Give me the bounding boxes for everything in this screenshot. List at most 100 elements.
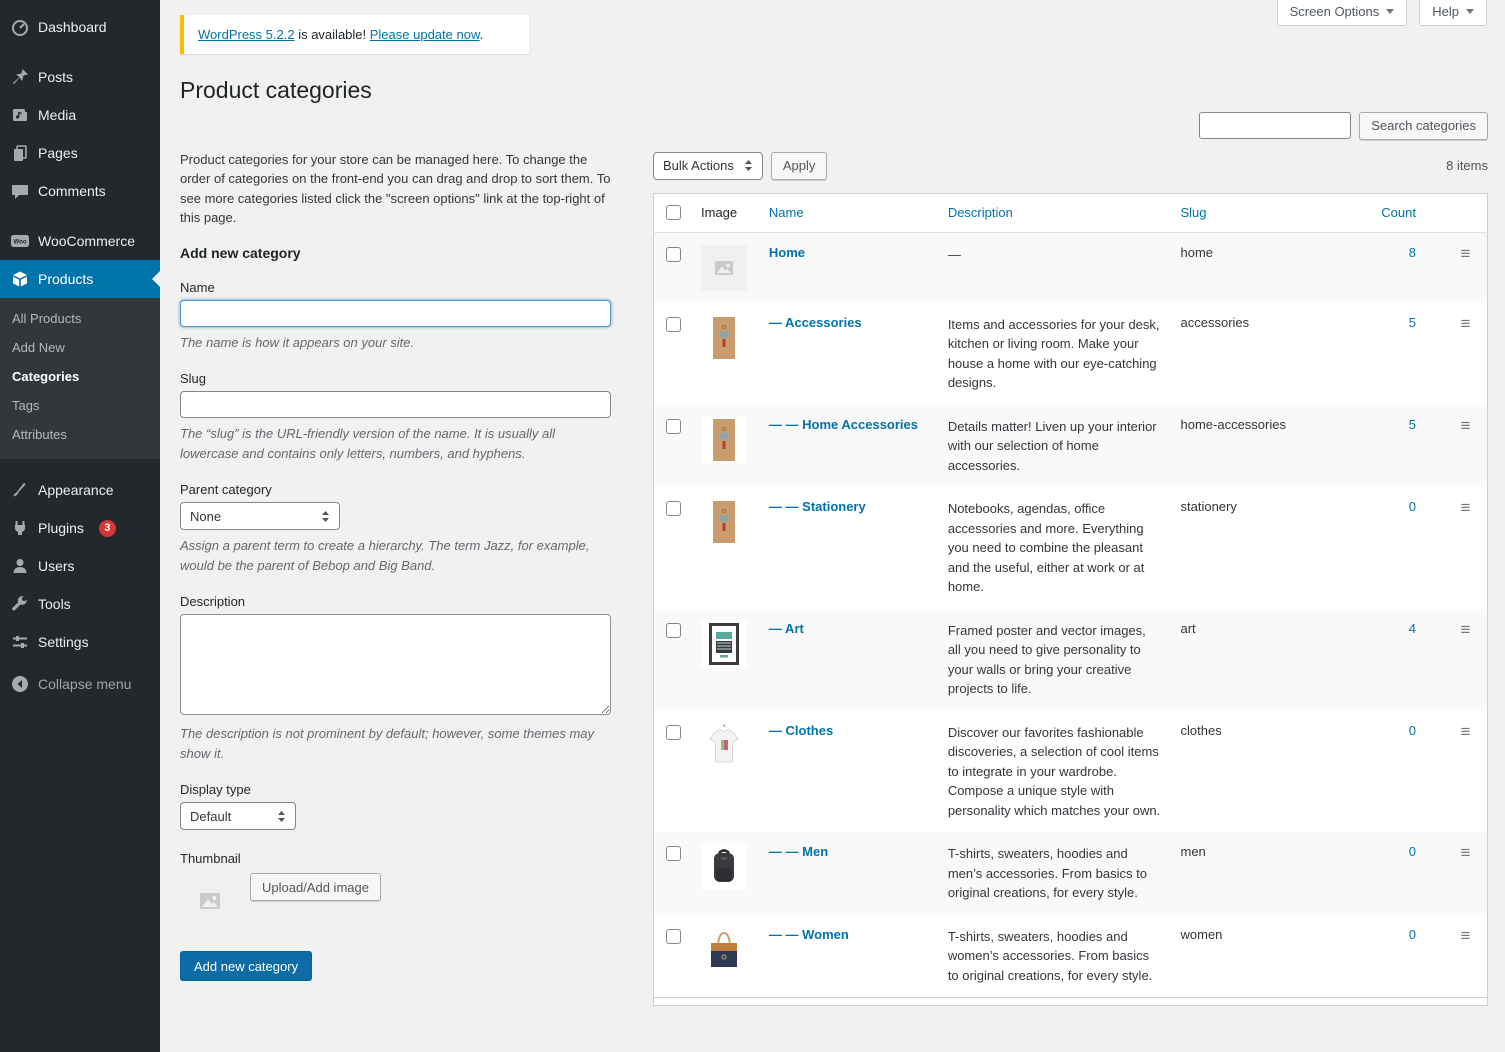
- sidebar-item-label: Users: [38, 558, 75, 574]
- column-header-description[interactable]: Description: [948, 205, 1013, 220]
- category-name-link[interactable]: Home: [769, 245, 805, 260]
- category-row-home: Home—home8≡: [654, 232, 1488, 303]
- sidebar-item-tools[interactable]: Tools: [0, 585, 160, 623]
- svg-text:Woo: Woo: [13, 239, 27, 246]
- screen-meta-tabs: Screen Options Help: [1277, 0, 1487, 26]
- posts-icon: [10, 67, 30, 87]
- category-thumbnail-image: [701, 417, 747, 463]
- row-checkbox[interactable]: [666, 501, 681, 516]
- column-header-count[interactable]: Count: [1381, 205, 1416, 220]
- sidebar-item-label: Products: [38, 271, 93, 287]
- media-icon: [10, 105, 30, 125]
- sidebar-item-attributes[interactable]: Attributes: [0, 420, 160, 449]
- screen-options-button[interactable]: Screen Options: [1277, 0, 1408, 26]
- sidebar-item-pages[interactable]: Pages: [0, 134, 160, 172]
- drag-handle-icon[interactable]: ≡: [1461, 314, 1471, 333]
- apply-button[interactable]: Apply: [771, 152, 828, 180]
- category-count-link[interactable]: 0: [1409, 844, 1416, 859]
- slug-label: Slug: [180, 371, 611, 386]
- sidebar-item-settings[interactable]: Settings: [0, 623, 160, 661]
- category-name-link[interactable]: — Clothes: [769, 723, 833, 738]
- row-checkbox[interactable]: [666, 846, 681, 861]
- sidebar-item-tags[interactable]: Tags: [0, 391, 160, 420]
- notice-period: .: [480, 27, 484, 42]
- category-name-link[interactable]: — — Men: [769, 844, 828, 859]
- search-categories-button[interactable]: Search categories: [1359, 112, 1488, 140]
- sidebar-item-products[interactable]: Products: [0, 260, 160, 298]
- drag-handle-icon[interactable]: ≡: [1461, 926, 1471, 945]
- row-checkbox[interactable]: [666, 725, 681, 740]
- admin-sidebar: Dashboard PostsMediaPagesComments Woo WooCo…: [0, 0, 160, 1052]
- help-label: Help: [1432, 4, 1459, 19]
- row-checkbox[interactable]: [666, 247, 681, 262]
- category-description: Notebooks, agendas, office accessories a…: [938, 487, 1171, 609]
- sidebar-item-categories[interactable]: Categories: [0, 362, 160, 391]
- sidebar-item-all-products[interactable]: All Products: [0, 304, 160, 333]
- category-name-link[interactable]: — Accessories: [769, 315, 862, 330]
- column-header-image: Image: [691, 193, 759, 232]
- update-notice: WordPress 5.2.2 is available! Please upd…: [180, 15, 529, 54]
- display-type-select[interactable]: Default: [180, 802, 296, 830]
- sidebar-item-label: Collapse menu: [38, 676, 131, 692]
- column-header-slug[interactable]: Slug: [1181, 205, 1207, 220]
- plugins-icon: [10, 518, 30, 538]
- sidebar-item-media[interactable]: Media: [0, 96, 160, 134]
- add-new-category-button[interactable]: Add new category: [180, 951, 312, 981]
- slug-input[interactable]: [180, 391, 611, 418]
- sidebar-item-appearance[interactable]: Appearance: [0, 471, 160, 509]
- category-count-link[interactable]: 0: [1409, 927, 1416, 942]
- category-count-link[interactable]: 4: [1409, 621, 1416, 636]
- row-checkbox[interactable]: [666, 317, 681, 332]
- sidebar-item-users[interactable]: Users: [0, 547, 160, 585]
- drag-handle-icon[interactable]: ≡: [1461, 498, 1471, 517]
- search-categories-input[interactable]: [1199, 112, 1351, 139]
- select-all-checkbox[interactable]: [666, 205, 681, 220]
- drag-handle-icon[interactable]: ≡: [1461, 722, 1471, 741]
- upload-add-image-button[interactable]: Upload/Add image: [250, 873, 381, 901]
- bulk-actions-select[interactable]: Bulk Actions: [653, 152, 763, 180]
- sidebar-item-add-new[interactable]: Add New: [0, 333, 160, 362]
- category-name-link[interactable]: — — Stationery: [769, 499, 866, 514]
- column-header-name[interactable]: Name: [769, 205, 804, 220]
- category-slug: stationery: [1171, 487, 1372, 609]
- sidebar-item-label: Settings: [38, 634, 89, 650]
- page-title: Product categories: [180, 76, 1488, 106]
- sidebar-item-posts[interactable]: Posts: [0, 58, 160, 96]
- parent-category-select[interactable]: None: [180, 502, 340, 530]
- sidebar-item-dashboard[interactable]: Dashboard: [0, 8, 160, 46]
- category-name-link[interactable]: — Art: [769, 621, 804, 636]
- category-count-link[interactable]: 0: [1409, 499, 1416, 514]
- row-checkbox[interactable]: [666, 929, 681, 944]
- image-icon: [197, 888, 223, 914]
- name-input[interactable]: [180, 300, 611, 327]
- sidebar-item-label: WooCommerce: [38, 233, 135, 249]
- wordpress-version-link[interactable]: WordPress 5.2.2: [198, 27, 295, 42]
- drag-handle-icon[interactable]: ≡: [1461, 620, 1471, 639]
- row-checkbox[interactable]: [666, 623, 681, 638]
- sidebar-item-collapse-menu[interactable]: Collapse menu: [0, 665, 160, 703]
- row-checkbox[interactable]: [666, 419, 681, 434]
- drag-handle-icon[interactable]: ≡: [1461, 843, 1471, 862]
- category-thumbnail-image: [701, 245, 747, 291]
- sidebar-item-label: Appearance: [38, 482, 114, 498]
- category-count-link[interactable]: 5: [1409, 315, 1416, 330]
- sidebar-item-woocommerce[interactable]: Woo WooCommerce: [0, 222, 160, 260]
- chevron-down-icon: [1466, 9, 1474, 14]
- plugins-update-badge: 3: [99, 520, 116, 537]
- drag-handle-icon[interactable]: ≡: [1461, 416, 1471, 435]
- category-name-link[interactable]: — — Home Accessories: [769, 417, 918, 432]
- sidebar-item-plugins[interactable]: Plugins3: [0, 509, 160, 547]
- display-type-value: Default: [190, 809, 231, 824]
- drag-handle-icon[interactable]: ≡: [1461, 244, 1471, 263]
- description-textarea[interactable]: [180, 614, 611, 715]
- category-count-link[interactable]: 8: [1409, 245, 1416, 260]
- category-count-link[interactable]: 5: [1409, 417, 1416, 432]
- category-name-link[interactable]: — — Women: [769, 927, 849, 942]
- help-button[interactable]: Help: [1419, 0, 1487, 26]
- sidebar-item-comments[interactable]: Comments: [0, 172, 160, 210]
- category-description: T-shirts, sweaters, hoodies and men’s ac…: [938, 832, 1171, 915]
- category-slug: home-accessories: [1171, 405, 1372, 488]
- update-now-link[interactable]: Please update now: [370, 27, 480, 42]
- items-count: 8 items: [1446, 158, 1488, 173]
- category-count-link[interactable]: 0: [1409, 723, 1416, 738]
